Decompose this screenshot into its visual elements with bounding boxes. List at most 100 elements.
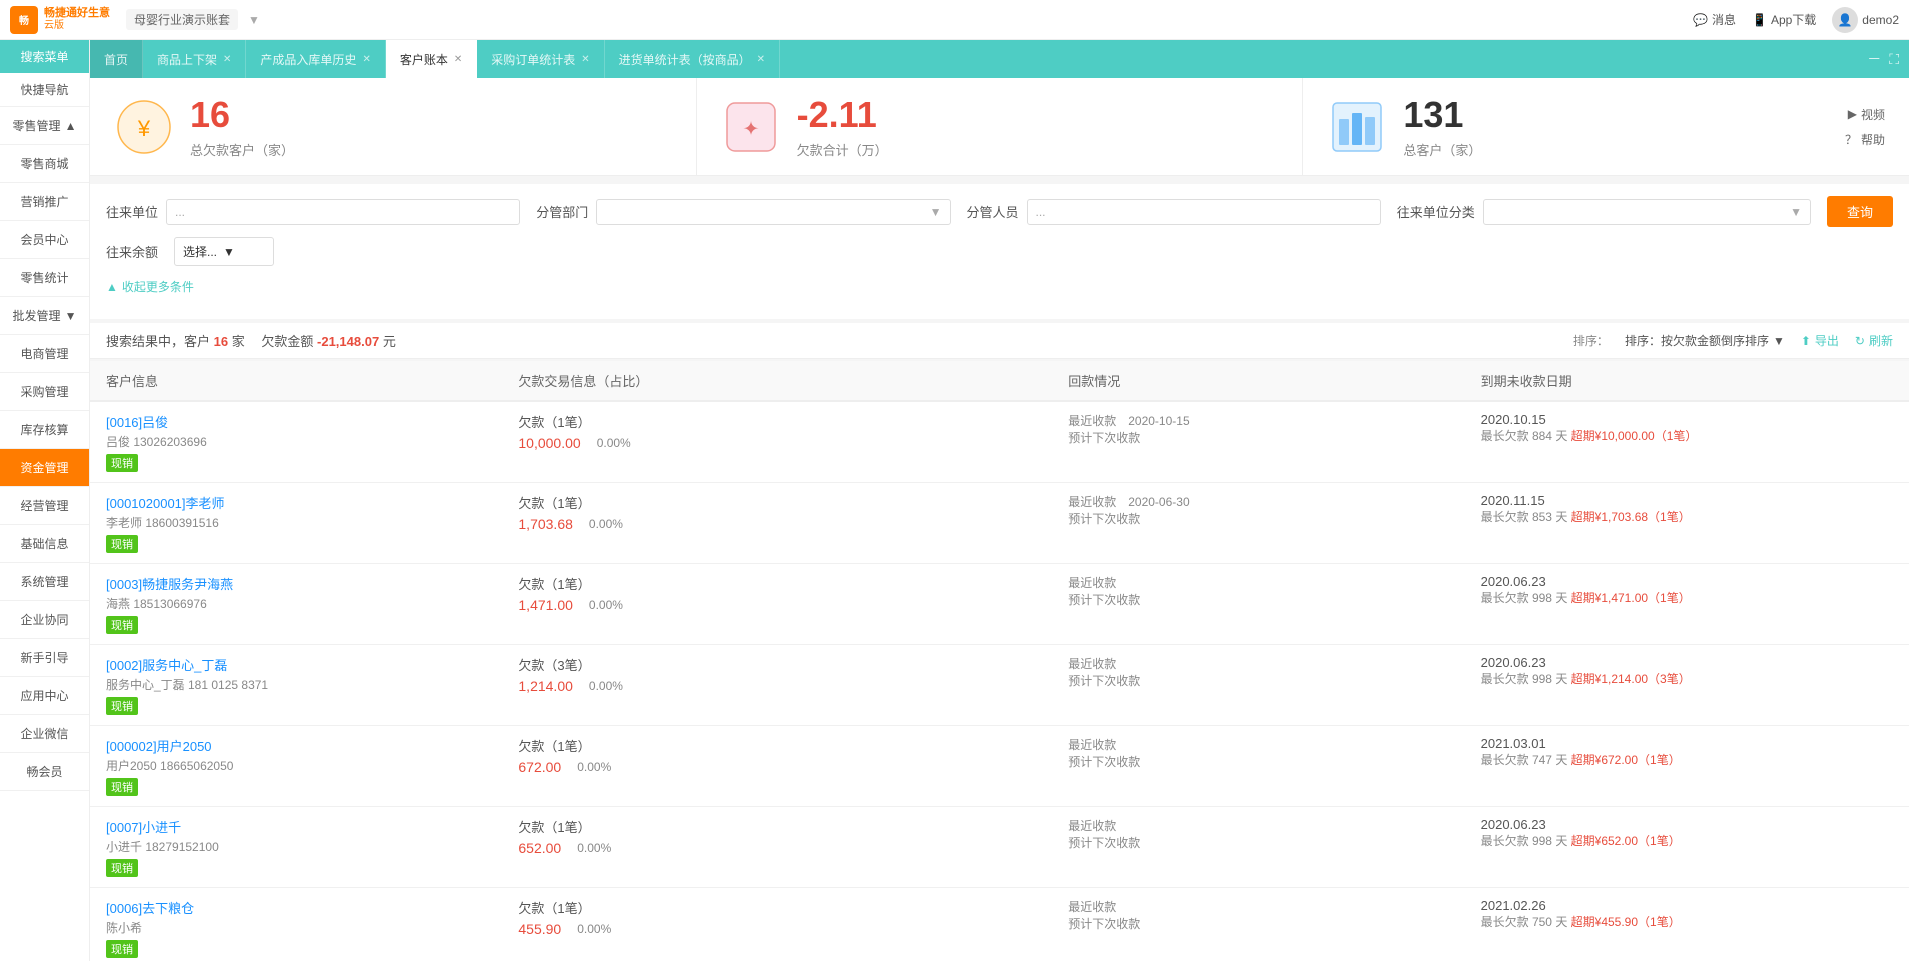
logo-area: 畅 畅捷通好生意 云版 母婴行业演示账套 ▼ (10, 6, 260, 34)
customer-tag-1: 现销 (106, 535, 138, 553)
tab-maximize-btn[interactable]: ⛶ (1889, 51, 1899, 68)
overdue-link-3[interactable]: 超期¥1,214.00（3笔） (1571, 672, 1691, 686)
customer-cell-1: [0001020001]李老师 李老师 18600391516 现销 (106, 493, 518, 553)
customer-name-6[interactable]: [0006]去下粮仓 (106, 898, 518, 917)
overdue-link-1[interactable]: 超期¥1,703.68（1笔） (1571, 510, 1691, 524)
last-payment-0: 最近收款 2020-10-15 (1068, 412, 1480, 429)
filter-row-1: 往来单位 ... 分管部门 ▼ (106, 196, 1893, 227)
customer-name-1[interactable]: [0001020001]李老师 (106, 493, 518, 512)
sidebar-item-apps[interactable]: 应用中心 (0, 677, 89, 715)
overdue-link-6[interactable]: 超期¥455.90（1笔） (1571, 915, 1681, 929)
tab-purchase-product-stats[interactable]: 进货单统计表（按商品） ✕ (605, 40, 780, 78)
table-row: [0002]服务中心_丁磊 服务中心_丁磊 181 0125 8371 现销 欠… (90, 645, 1909, 726)
filter-unit-label: 往来单位 (106, 202, 158, 221)
sidebar-item-retail-mall[interactable]: 零售商城 (0, 145, 89, 183)
tab-close-product-history[interactable]: ✕ (362, 54, 370, 65)
overdue-days-2: 最长欠款 998 天 超期¥1,471.00（1笔） (1481, 589, 1893, 606)
tab-close-customer-ledger[interactable]: ✕ (454, 54, 462, 65)
sidebar-item-retail-mgmt[interactable]: 零售管理 ▲ (0, 107, 89, 145)
stat-card-total-debt: ✦ -2.11 欠款合计（万） (697, 78, 1304, 175)
overdue-link-5[interactable]: 超期¥652.00（1笔） (1571, 834, 1681, 848)
sidebar-item-members[interactable]: 会员中心 (0, 221, 89, 259)
customer-name-5[interactable]: [0007]小进千 (106, 817, 518, 836)
tab-home[interactable]: 首页 (90, 40, 143, 78)
refresh-button[interactable]: ↻ 刷新 (1855, 332, 1893, 349)
filter-person-input[interactable]: ... (1027, 199, 1381, 225)
user-avatar-btn[interactable]: 👤 demo2 (1832, 7, 1899, 33)
tab-minimize-btn[interactable]: － (1867, 49, 1881, 69)
customer-name-2[interactable]: [0003]畅捷服务尹海燕 (106, 574, 518, 593)
debt-amount-4[interactable]: 672.00 (518, 759, 561, 775)
page-content: ¥ 16 总欠款客户（家） ✦ (90, 78, 1909, 961)
tab-product-status[interactable]: 商品上下架 ✕ (143, 40, 246, 78)
sidebar-item-marketing[interactable]: 营销推广 (0, 183, 89, 221)
table-body: [0016]吕俊 吕俊 13026203696 现销 欠款（1笔） 10,000… (90, 402, 1909, 961)
filter-dept-select[interactable]: ▼ (596, 199, 950, 225)
overdue-link-0[interactable]: 超期¥10,000.00（1笔） (1571, 429, 1698, 443)
sort-select[interactable]: 排序：按欠款金额倒序排序 ▼ (1625, 332, 1785, 349)
filter-category-select[interactable]: ▼ (1483, 199, 1811, 225)
debt-amount-6[interactable]: 455.90 (518, 921, 561, 937)
stat-label-2: 欠款合计（万） (797, 140, 888, 159)
debt-amount-row-3: 1,214.00 0.00% (518, 678, 1068, 694)
debt-amount-3[interactable]: 1,214.00 (518, 678, 573, 694)
next-payment-0: 预计下次收款 (1068, 429, 1480, 446)
stat-icon-2: ✦ (721, 97, 781, 157)
refresh-icon: ↻ (1855, 334, 1865, 348)
sidebar-item-basic-info[interactable]: 基础信息 (0, 525, 89, 563)
app-download-btn[interactable]: 📱 App下载 (1752, 11, 1816, 28)
sidebar-item-inventory[interactable]: 库存核算 (0, 411, 89, 449)
tab-close-purchase-product-stats[interactable]: ✕ (757, 54, 765, 65)
next-payment-6: 预计下次收款 (1068, 915, 1480, 932)
debt-amount-0[interactable]: 10,000.00 (518, 435, 580, 451)
help-btn[interactable]: ？ 帮助 (1845, 131, 1885, 148)
overdue-link-4[interactable]: 超期¥672.00（1笔） (1571, 753, 1681, 767)
export-button[interactable]: ⬆ 导出 (1801, 332, 1839, 349)
collapse-filters-btn[interactable]: ▲ 收起更多条件 (106, 272, 1893, 301)
table-row: [000002]用户2050 用户2050 18665062050 现销 欠款（… (90, 726, 1909, 807)
sidebar-item-operations[interactable]: 经营管理 (0, 487, 89, 525)
message-btn[interactable]: 💬 消息 (1693, 11, 1736, 28)
overdue-link-2[interactable]: 超期¥1,471.00（1笔） (1571, 591, 1691, 605)
debt-amount-5[interactable]: 652.00 (518, 840, 561, 856)
customer-name-3[interactable]: [0002]服务中心_丁磊 (106, 655, 518, 674)
query-button[interactable]: 查询 (1827, 196, 1893, 227)
industry-label[interactable]: 母婴行业演示账套 (126, 9, 238, 30)
customer-name-0[interactable]: [0016]吕俊 (106, 412, 518, 431)
tab-product-history[interactable]: 产成品入库单历史 ✕ (246, 40, 385, 78)
sidebar-item-enterprise-wechat[interactable]: 企业微信 (0, 715, 89, 753)
table-row: [0016]吕俊 吕俊 13026203696 现销 欠款（1笔） 10,000… (90, 402, 1909, 483)
tab-close-product-status[interactable]: ✕ (223, 54, 231, 65)
customer-name-4[interactable]: [000002]用户2050 (106, 736, 518, 755)
sidebar-item-retail-stats[interactable]: 零售统计 (0, 259, 89, 297)
results-bar: 搜索结果中，客户 16 家 欠款金额 -21,148.07 元 排序： 排序：按… (90, 323, 1909, 359)
last-payment-5: 最近收款 (1068, 817, 1480, 834)
video-btn[interactable]: ▶ 视频 (1848, 106, 1885, 123)
recovery-cell-5: 最近收款 预计下次收款 (1068, 817, 1480, 851)
tab-purchase-stats[interactable]: 采购订单统计表 ✕ (477, 40, 604, 78)
sidebar-item-system[interactable]: 系统管理 (0, 563, 89, 601)
sidebar-item-members2[interactable]: 畅会员 (0, 753, 89, 791)
sidebar-item-finance[interactable]: 资金管理 (0, 449, 89, 487)
tab-close-purchase-stats[interactable]: ✕ (581, 54, 589, 65)
sidebar-item-collab[interactable]: 企业协同 (0, 601, 89, 639)
sidebar-search[interactable]: 搜索菜单 (0, 40, 89, 73)
debt-amount-1[interactable]: 1,703.68 (518, 516, 573, 532)
sidebar-item-purchase[interactable]: 采购管理 (0, 373, 89, 411)
debt-amount-2[interactable]: 1,471.00 (518, 597, 573, 613)
sidebar-item-guide[interactable]: 新手引导 (0, 639, 89, 677)
sidebar-item-wholesale-mgmt[interactable]: 批发管理 ▼ (0, 297, 89, 335)
filter-unit: 往来单位 ... (106, 199, 520, 225)
overdue-date-6: 2021.02.26 (1481, 898, 1893, 913)
tab-customer-ledger[interactable]: 客户账本 ✕ (386, 40, 477, 78)
overdue-date-1: 2020.11.15 (1481, 493, 1893, 508)
debt-percent-6: 0.00% (577, 922, 611, 936)
sidebar-quick-nav[interactable]: 快捷导航 (0, 73, 89, 107)
last-payment-2: 最近收款 (1068, 574, 1480, 591)
video-icon: ▶ (1848, 107, 1857, 121)
sidebar-item-ecommerce[interactable]: 电商管理 (0, 335, 89, 373)
filter-unit-input[interactable]: ... (166, 199, 520, 225)
filter-category-arrow: ▼ (1790, 205, 1802, 219)
filter-balance-select[interactable]: 选择... ▼ (174, 237, 274, 266)
next-payment-5: 预计下次收款 (1068, 834, 1480, 851)
